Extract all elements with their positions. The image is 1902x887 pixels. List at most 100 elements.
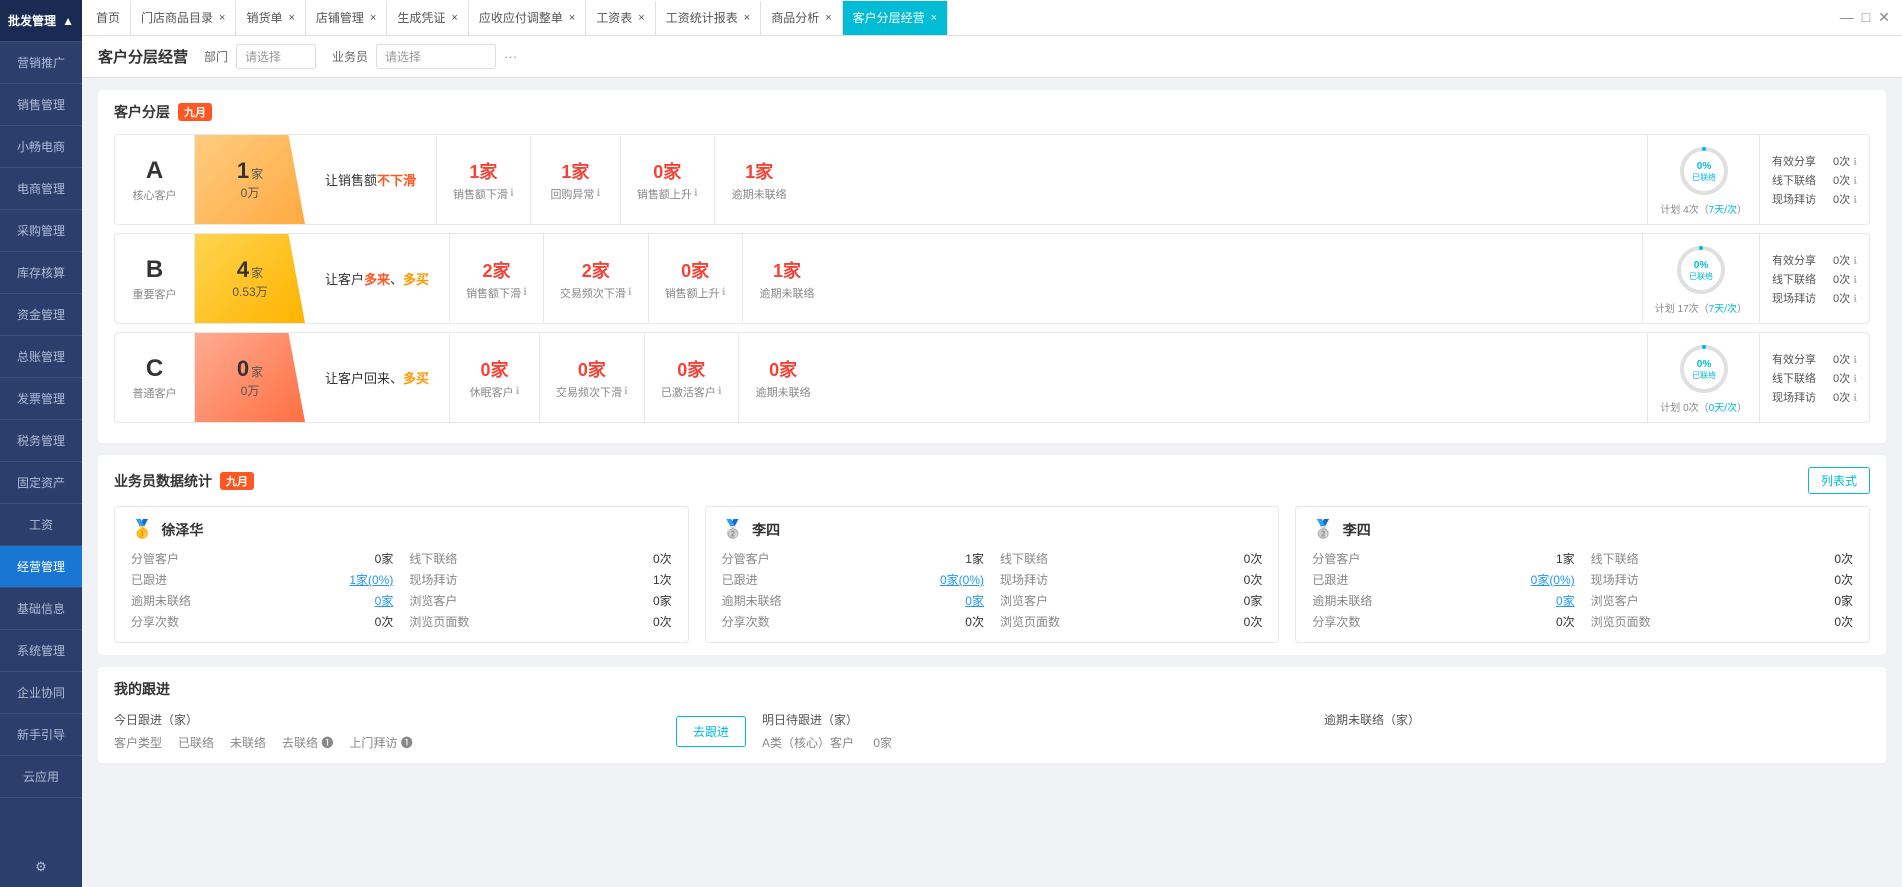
tab-close-应收应付调整单[interactable]: × xyxy=(569,12,575,24)
go-followup-button[interactable]: 去跟进 xyxy=(676,716,746,747)
sidebar-item-企业协同[interactable]: 企业协同 xyxy=(0,672,82,714)
staff-metric-1-6: 分享次数0次 xyxy=(722,613,984,630)
tier-stat-B-3[interactable]: 1家逾期未联络 xyxy=(742,234,832,323)
svg-text:0%: 0% xyxy=(1696,359,1711,370)
tier-name-A: 核心客户 xyxy=(133,187,177,203)
tier-stat-A-0[interactable]: 1家销售额下滑ℹ xyxy=(436,135,530,224)
tomorrow-followup-col: 明日待跟进（家） A类（核心）客户 0家 xyxy=(762,711,1308,751)
minimize-button[interactable]: — xyxy=(1840,9,1854,26)
dept-select[interactable]: 请选择 xyxy=(236,44,316,69)
tier-stat-A-3[interactable]: 1家逾期未联络 xyxy=(714,135,804,224)
staff-card-0: 🥇徐泽华分管客户0家线下联络0次已跟进1家(0%)现场拜访1次逾期未联络0家浏览… xyxy=(114,506,689,643)
tier-stat-B-1[interactable]: 2家交易频次下滑ℹ xyxy=(543,234,648,323)
tab-工资统计报表[interactable]: 工资统计报表× xyxy=(656,1,761,35)
sidebar-item-经营管理[interactable]: 经营管理 xyxy=(0,546,82,588)
sidebar-item-采购管理[interactable]: 采购管理 xyxy=(0,210,82,252)
tab-close-生成凭证[interactable]: × xyxy=(451,12,457,24)
staff-name-row-1: 🥈李四 xyxy=(722,519,1263,540)
staff-metric-0-4[interactable]: 逾期未联络0家 xyxy=(131,592,393,609)
staff-metric-0-6: 分享次数0次 xyxy=(131,613,393,630)
staff-card-1: 🥈李四分管客户1家线下联络0次已跟进0家(0%)现场拜访0次逾期未联络0家浏览客… xyxy=(705,506,1280,643)
sidebar-item-库存核算[interactable]: 库存核算 xyxy=(0,252,82,294)
tier-stat-A-2[interactable]: 0家销售额上升ℹ xyxy=(620,135,714,224)
sidebar-item-固定资产[interactable]: 固定资产 xyxy=(0,462,82,504)
tab-close-客户分层经营[interactable]: × xyxy=(931,12,937,24)
tier-big-num-A: 1 xyxy=(237,158,249,184)
sidebar-collapse-icon[interactable]: ▲ xyxy=(62,14,74,28)
tab-应收应付调整单[interactable]: 应收应付调整单× xyxy=(469,1,586,35)
tier-stat-C-2[interactable]: 0家已激活客户ℹ xyxy=(644,333,738,422)
tier-stat-C-0[interactable]: 0家休眠客户ℹ xyxy=(449,333,539,422)
staff-metric-0-7: 浏览页面数0次 xyxy=(409,613,671,630)
tab-商品分析[interactable]: 商品分析× xyxy=(761,1,842,35)
staff-medal-2: 🥈 xyxy=(1312,519,1334,540)
staff-medal-1: 🥈 xyxy=(722,519,744,540)
close-button[interactable]: ✕ xyxy=(1878,9,1890,26)
tab-close-商品分析[interactable]: × xyxy=(825,12,831,24)
staff-metric-1-4[interactable]: 逾期未联络0家 xyxy=(722,592,984,609)
tier-stat-C-3[interactable]: 0家逾期未联络 xyxy=(738,333,828,422)
sidebar-item-税务管理[interactable]: 税务管理 xyxy=(0,420,82,462)
staff-metric-2-5: 浏览客户0家 xyxy=(1591,592,1853,609)
tier-stat-B-2[interactable]: 0家销售额上升ℹ xyxy=(648,234,742,323)
right-stats-A: 有效分享0次 ℹ线下联络0次 ℹ现场拜访0次 ℹ xyxy=(1759,135,1869,224)
staff-metric-2-4[interactable]: 逾期未联络0家 xyxy=(1312,592,1574,609)
tier-row-A: A核心客户1家0万让销售额不下滑1家销售额下滑ℹ1家回购异常ℹ0家销售额上升ℹ1… xyxy=(114,134,1870,225)
staff-section-header: 业务员数据统计 九月 列表式 xyxy=(114,467,1870,494)
more-options[interactable]: ··· xyxy=(504,49,517,64)
tier-amount-C: 0万 xyxy=(241,382,260,399)
sidebar-item-销售管理[interactable]: 销售管理 xyxy=(0,84,82,126)
tab-close-门店商品目录[interactable]: × xyxy=(219,12,225,24)
customer-title-text: 客户分层 xyxy=(114,102,170,122)
staff-metric-0-2[interactable]: 已跟进1家(0%) xyxy=(131,571,393,588)
sidebar-item-系统管理[interactable]: 系统管理 xyxy=(0,630,82,672)
right-stats-C: 有效分享0次 ℹ线下联络0次 ℹ现场拜访0次 ℹ xyxy=(1759,333,1869,422)
tab-close-工资统计报表[interactable]: × xyxy=(744,12,750,24)
tab-close-销货单[interactable]: × xyxy=(288,12,294,24)
maximize-button[interactable]: □ xyxy=(1862,9,1870,26)
sidebar-settings[interactable]: ⚙ xyxy=(0,847,82,887)
tab-首页[interactable]: 首页 xyxy=(86,1,131,35)
tier-big-num-B: 4 xyxy=(237,257,249,283)
tier-stat-B-0[interactable]: 2家销售额下滑ℹ xyxy=(449,234,543,323)
today-not-linked-label: 未联络 xyxy=(230,734,266,751)
tab-生成凭证[interactable]: 生成凭证× xyxy=(387,1,468,35)
list-view-button[interactable]: 列表式 xyxy=(1808,467,1870,494)
staff-metric-0-1: 线下联络0次 xyxy=(409,550,671,567)
tier-label-A: A核心客户 xyxy=(115,135,195,224)
sidebar-item-发票管理[interactable]: 发票管理 xyxy=(0,378,82,420)
right-stat-item-有效分享: 有效分享0次 ℹ xyxy=(1772,351,1857,367)
tab-工资表[interactable]: 工资表× xyxy=(586,1,655,35)
tab-close-店铺管理[interactable]: × xyxy=(370,12,376,24)
tier-amount-A: 0万 xyxy=(241,184,260,201)
tier-slogan-B: 让客户多来、多买 xyxy=(305,234,449,323)
staff-name-2: 李四 xyxy=(1343,520,1371,540)
tab-actions: — □ ✕ xyxy=(1840,9,1898,26)
sidebar-item-电商管理[interactable]: 电商管理 xyxy=(0,168,82,210)
tab-门店商品目录[interactable]: 门店商品目录× xyxy=(131,1,236,35)
tier-amount-B: 0.53万 xyxy=(232,283,267,300)
customer-section: 客户分层 九月 A核心客户1家0万让销售额不下滑1家销售额下滑ℹ1家回购异常ℹ0… xyxy=(98,90,1886,443)
tier-stat-A-1[interactable]: 1家回购异常ℹ xyxy=(530,135,620,224)
sidebar-item-新手引导[interactable]: 新手引导 xyxy=(0,714,82,756)
right-stats-B: 有效分享0次 ℹ线下联络0次 ℹ现场拜访0次 ℹ xyxy=(1759,234,1869,323)
tier-label-B: B重要客户 xyxy=(115,234,195,323)
tier-stat-C-1[interactable]: 0家交易频次下滑ℹ xyxy=(539,333,644,422)
staff-section-title: 业务员数据统计 九月 xyxy=(114,471,254,491)
staff-metric-2-6: 分享次数0次 xyxy=(1312,613,1574,630)
tab-客户分层经营[interactable]: 客户分层经营× xyxy=(843,1,948,35)
tab-店铺管理[interactable]: 店铺管理× xyxy=(306,1,387,35)
tab-close-工资表[interactable]: × xyxy=(638,12,644,24)
sidebar-item-小畅电商[interactable]: 小畅电商 xyxy=(0,126,82,168)
staff-metric-1-2[interactable]: 已跟进0家(0%) xyxy=(722,571,984,588)
staff-metric-2-2[interactable]: 已跟进0家(0%) xyxy=(1312,571,1574,588)
sidebar-item-总账管理[interactable]: 总账管理 xyxy=(0,336,82,378)
staff-select[interactable]: 请选择 xyxy=(376,44,496,69)
tab-销货单[interactable]: 销货单× xyxy=(236,1,305,35)
sidebar-item-资金管理[interactable]: 资金管理 xyxy=(0,294,82,336)
sidebar-item-云应用[interactable]: 云应用 xyxy=(0,756,82,798)
sidebar-item-营销推广[interactable]: 营销推广 xyxy=(0,42,82,84)
page-title: 客户分层经营 xyxy=(98,46,188,67)
sidebar-item-基础信息[interactable]: 基础信息 xyxy=(0,588,82,630)
sidebar-item-工资[interactable]: 工资 xyxy=(0,504,82,546)
